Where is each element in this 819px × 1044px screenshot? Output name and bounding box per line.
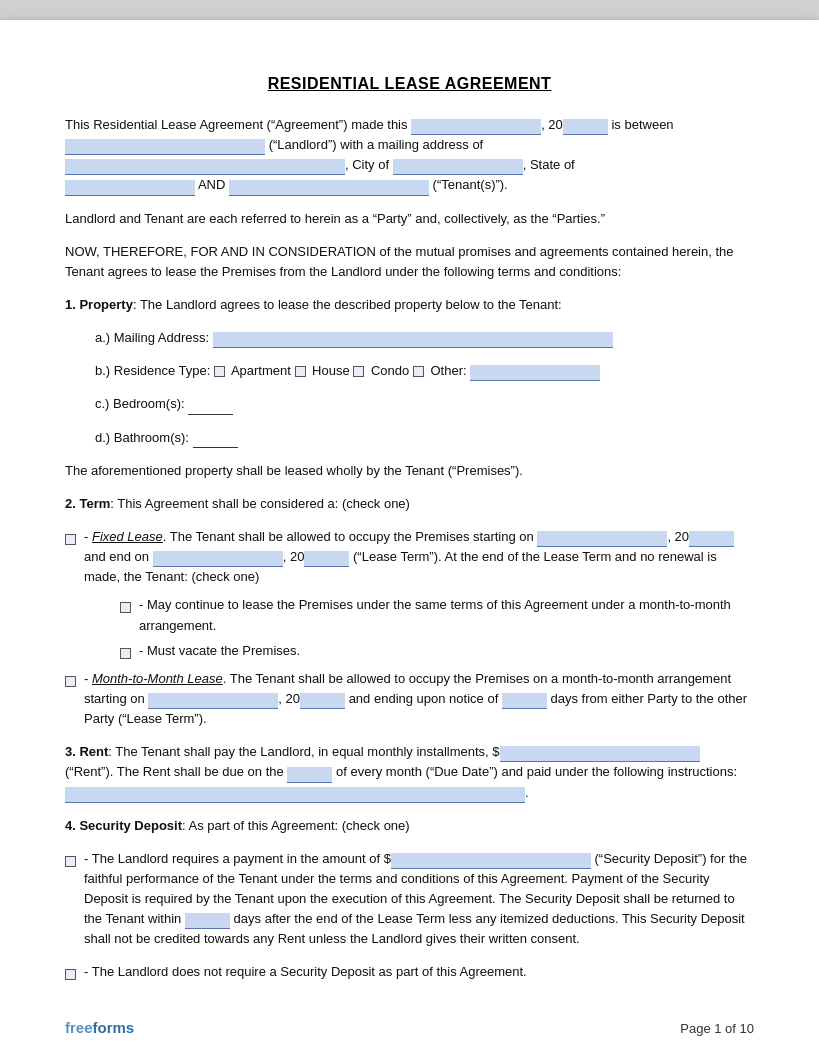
brand-free: free bbox=[65, 1019, 93, 1036]
month-lease-label: Month-to-Month Lease bbox=[92, 671, 223, 686]
year-field[interactable] bbox=[563, 119, 608, 135]
section1-a: a.) Mailing Address: bbox=[95, 328, 754, 348]
section3-para: 3. Rent: The Tenant shall pay the Landlo… bbox=[65, 742, 754, 802]
payment-instructions-field[interactable] bbox=[65, 787, 525, 803]
consideration-text: NOW, THEREFORE, FOR AND IN CONSIDERATION… bbox=[65, 242, 754, 282]
security-deposit-option2: - The Landlord does not require a Securi… bbox=[65, 962, 754, 984]
fixed-lease-checkbox[interactable] bbox=[65, 534, 76, 545]
section1-c: c.) Bedroom(s): bbox=[95, 394, 754, 414]
state-field[interactable] bbox=[65, 180, 195, 196]
intro-paragraph: This Residential Lease Agreement (“Agree… bbox=[65, 115, 754, 196]
section4-header-para: 4. Security Deposit: As part of this Agr… bbox=[65, 816, 754, 836]
no-security-deposit-checkbox[interactable] bbox=[65, 969, 76, 980]
landlord-name-field[interactable] bbox=[65, 139, 265, 155]
section1-d: d.) Bathroom(s): bbox=[95, 428, 754, 448]
due-date-field[interactable] bbox=[287, 767, 332, 783]
brand-logo: freeforms bbox=[65, 1019, 134, 1036]
mailing-address-field[interactable] bbox=[65, 159, 345, 175]
security-deposit-option1: - The Landlord requires a payment in the… bbox=[65, 849, 754, 950]
lease-end-field[interactable] bbox=[153, 551, 283, 567]
document-page: RESIDENTIAL LEASE AGREEMENT This Residen… bbox=[0, 20, 819, 1044]
condo-checkbox[interactable] bbox=[353, 366, 364, 377]
section1-header-para: 1. Property: The Landlord agrees to leas… bbox=[65, 295, 754, 315]
party-note: Landlord and Tenant are each referred to… bbox=[65, 209, 754, 229]
section2-header: 2. Term bbox=[65, 496, 110, 511]
section1-items: a.) Mailing Address: b.) Residence Type:… bbox=[95, 328, 754, 448]
section2-header-para: 2. Term: This Agreement shall be conside… bbox=[65, 494, 754, 514]
month-lease-row: - Month-to-Month Lease. The Tenant shall… bbox=[65, 669, 754, 729]
other-type-field[interactable] bbox=[470, 365, 600, 381]
document-title: RESIDENTIAL LEASE AGREEMENT bbox=[65, 75, 754, 93]
lease-start-year-field[interactable] bbox=[689, 531, 734, 547]
continue-option: - May continue to lease the Premises und… bbox=[120, 595, 754, 635]
section1-header: 1. Property bbox=[65, 297, 133, 312]
return-days-field[interactable] bbox=[185, 913, 230, 929]
apartment-checkbox[interactable] bbox=[214, 366, 225, 377]
other-checkbox[interactable] bbox=[413, 366, 424, 377]
notice-days-field[interactable] bbox=[502, 693, 547, 709]
premises-note: The aforementioned property shall be lea… bbox=[65, 461, 754, 481]
vacate-option: - Must vacate the Premises. bbox=[120, 641, 754, 663]
brand-forms: forms bbox=[93, 1019, 135, 1036]
fixed-lease-row: - Fixed Lease. The Tenant shall be allow… bbox=[65, 527, 754, 587]
security-deposit-required-checkbox[interactable] bbox=[65, 856, 76, 867]
month-start-year-field[interactable] bbox=[300, 693, 345, 709]
lease-start-field[interactable] bbox=[537, 531, 667, 547]
section1-b: b.) Residence Type: Apartment House Cond… bbox=[95, 361, 754, 381]
rent-amount-field[interactable] bbox=[500, 746, 700, 762]
section3-header: 3. Rent bbox=[65, 744, 108, 759]
page-footer: freeforms Page 1 of 10 bbox=[65, 1019, 754, 1036]
month-start-field[interactable] bbox=[148, 693, 278, 709]
fixed-lease-label: Fixed Lease bbox=[92, 529, 163, 544]
city-field[interactable] bbox=[393, 159, 523, 175]
page-number: Page 1 of 10 bbox=[680, 1021, 754, 1036]
bedrooms-field[interactable] bbox=[188, 399, 233, 415]
mailing-address-property-field[interactable] bbox=[213, 332, 613, 348]
section4-header: 4. Security Deposit bbox=[65, 818, 182, 833]
continue-lease-checkbox[interactable] bbox=[120, 602, 131, 613]
intro-line1: This Residential Lease Agreement (“Agree… bbox=[65, 117, 408, 132]
month-lease-checkbox[interactable] bbox=[65, 676, 76, 687]
date-field[interactable] bbox=[411, 119, 541, 135]
lease-end-year-field[interactable] bbox=[304, 551, 349, 567]
security-deposit-amount-field[interactable] bbox=[391, 853, 591, 869]
house-checkbox[interactable] bbox=[295, 366, 306, 377]
tenant-name-field[interactable] bbox=[229, 180, 429, 196]
bathrooms-field[interactable] bbox=[193, 432, 238, 448]
vacate-checkbox[interactable] bbox=[120, 648, 131, 659]
